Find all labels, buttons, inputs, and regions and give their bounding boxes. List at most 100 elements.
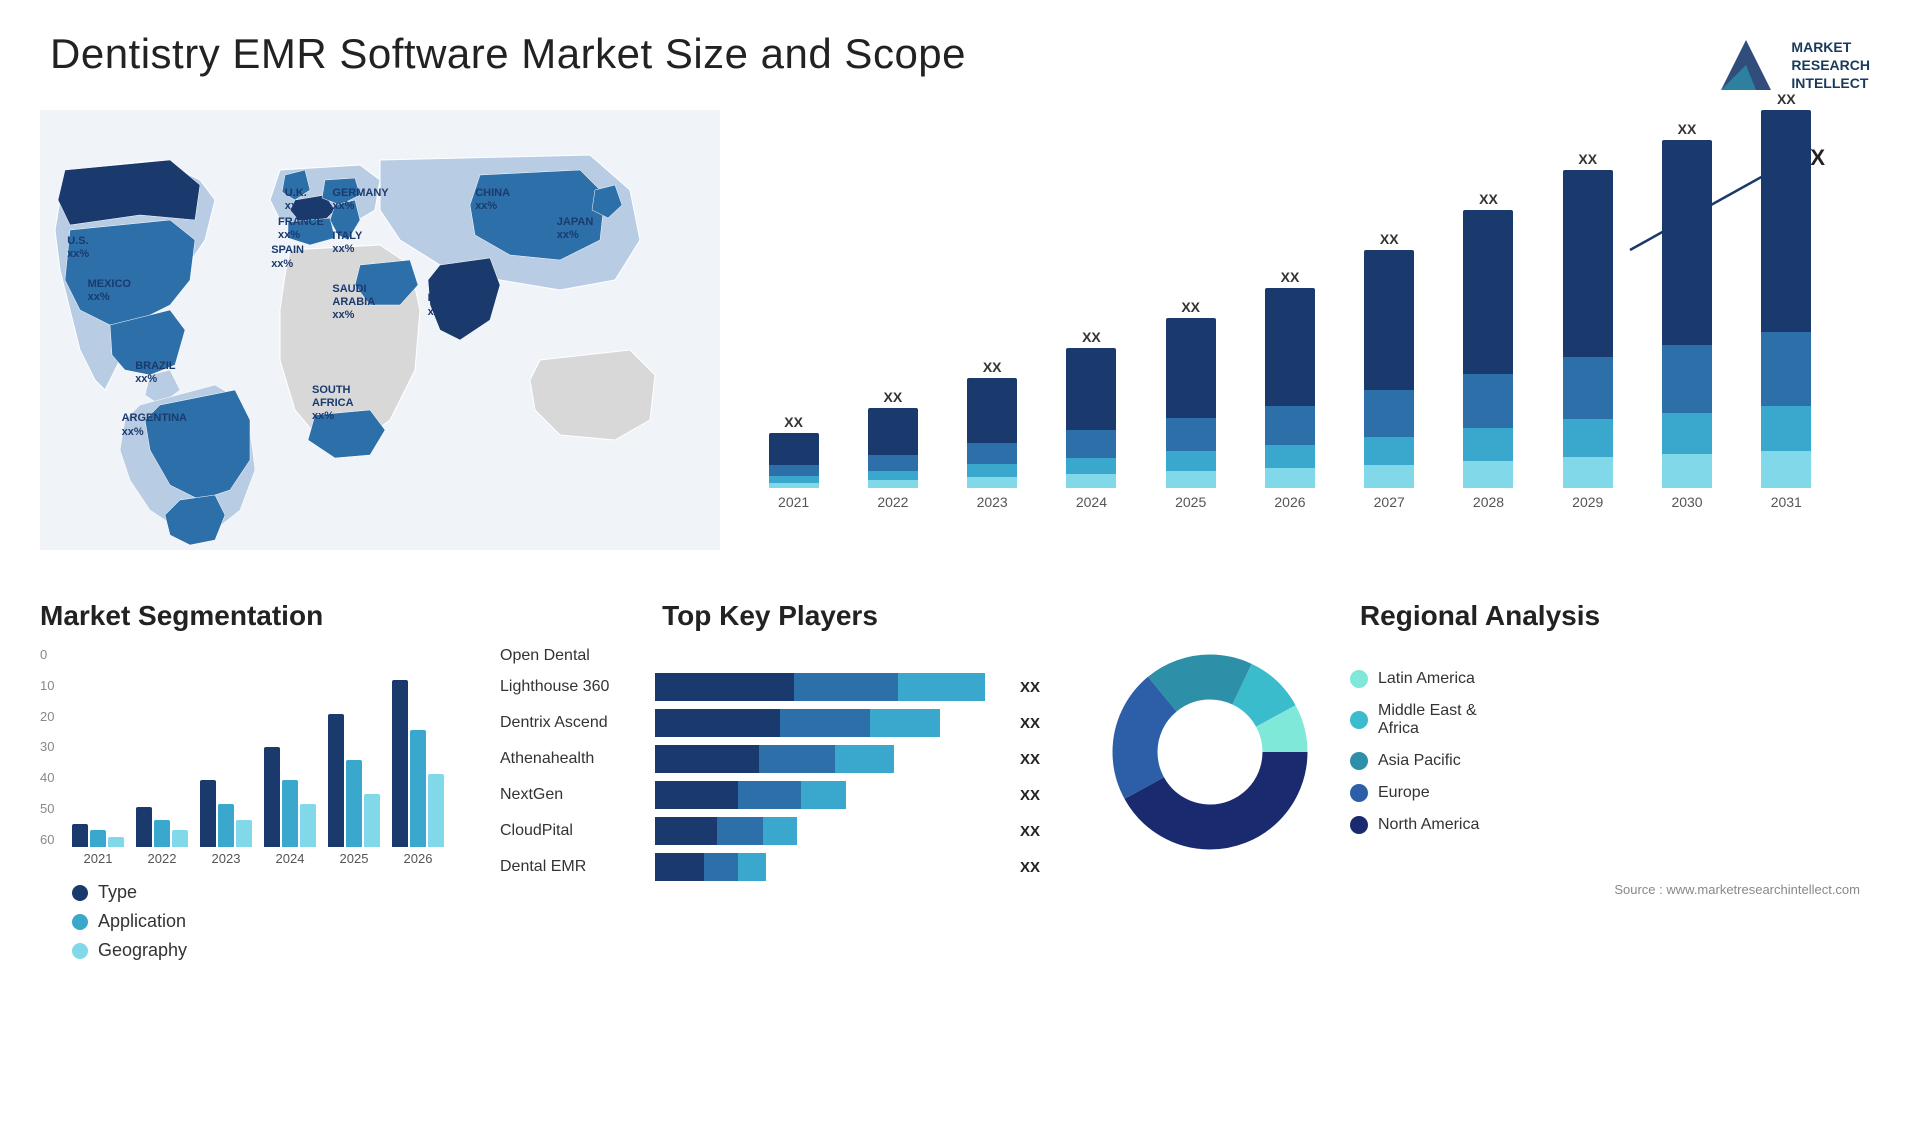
map-label-argentina: ARGENTINAxx% <box>122 412 187 438</box>
seg-year-2025 <box>328 714 380 847</box>
seg-label-2026: 2026 <box>392 851 444 866</box>
seg-year-2026 <box>392 680 444 847</box>
map-labels: CANADAxx% U.S.xx% MEXICOxx% BRAZILxx% AR… <box>40 110 720 590</box>
player-bar-cloudpital <box>655 817 1002 845</box>
seg-legend: Type Application Geography <box>72 882 460 961</box>
legend-dot-europe <box>1350 784 1368 802</box>
legend-dot-mea <box>1350 711 1368 729</box>
legend-europe: Europe <box>1350 784 1479 802</box>
legend-dot-northamerica <box>1350 816 1368 834</box>
y-axis: 60 50 40 30 20 10 0 <box>40 647 54 847</box>
map-label-france: FRANCExx% <box>278 216 324 242</box>
map-label-brazil: BRAZILxx% <box>135 360 175 386</box>
map-label-china: CHINAxx% <box>475 187 510 213</box>
player-bar-athena <box>655 745 1002 773</box>
regional-content: Latin America Middle East &Africa Asia P… <box>1100 642 1860 862</box>
segmentation-title: Market Segmentation <box>40 600 460 632</box>
player-row-opendental: Open Dental <box>500 647 1040 665</box>
bar-2025: XX 2025 <box>1147 299 1234 510</box>
map-label-southafrica: SOUTHAFRICAxx% <box>312 384 354 424</box>
player-bar-nextgen <box>655 781 1002 809</box>
player-bar-lighthouse <box>655 673 1002 701</box>
player-xx-dentalemr: XX <box>1020 859 1040 876</box>
player-name-athena: Athenahealth <box>500 750 645 768</box>
player-row-cloudpital: CloudPital XX <box>500 817 1040 845</box>
seg-year-2021 <box>72 824 124 847</box>
legend-dot-latin <box>1350 670 1368 688</box>
y-label-60: 60 <box>40 832 54 847</box>
map-label-india: INDIAxx% <box>428 292 458 318</box>
legend-application-dot <box>72 914 88 930</box>
legend-asia: Asia Pacific <box>1350 752 1479 770</box>
player-row-athena: Athenahealth XX <box>500 745 1040 773</box>
trend-arrow <box>1610 140 1830 260</box>
map-label-italy: ITALYxx% <box>332 230 362 256</box>
player-row-dentrix: Dentrix Ascend XX <box>500 709 1040 737</box>
player-name-dentrix: Dentrix Ascend <box>500 714 645 732</box>
player-xx-athena: XX <box>1020 751 1040 768</box>
regional-panel: Regional Analysis <box>1080 590 1880 971</box>
world-map: CANADAxx% U.S.xx% MEXICOxx% BRAZILxx% AR… <box>40 110 720 590</box>
map-label-canada: CANADAxx% <box>94 192 142 218</box>
bar-2024: XX 2024 <box>1048 329 1135 510</box>
legend-label-latin: Latin America <box>1378 670 1475 688</box>
player-row-nextgen: NextGen XX <box>500 781 1040 809</box>
map-label-japan: JAPANxx% <box>557 216 593 242</box>
bar-2021: XX 2021 <box>750 414 837 510</box>
y-label-40: 40 <box>40 770 54 785</box>
legend-latin-america: Latin America <box>1350 670 1479 688</box>
seg-label-2025: 2025 <box>328 851 380 866</box>
legend-geography: Geography <box>72 940 460 961</box>
regional-legend: Latin America Middle East &Africa Asia P… <box>1350 670 1479 834</box>
segmentation-panel: Market Segmentation 60 50 40 30 20 10 0 <box>40 590 460 971</box>
legend-mea: Middle East &Africa <box>1350 702 1479 738</box>
header: Dentistry EMR Software Market Size and S… <box>0 0 1920 110</box>
player-name-lighthouse: Lighthouse 360 <box>500 678 645 696</box>
logo-text: MARKET RESEARCH INTELLECT <box>1791 38 1870 93</box>
seg-year-2022 <box>136 807 188 847</box>
player-name-dentalemr: Dental EMR <box>500 858 645 876</box>
players-title: Top Key Players <box>500 600 1040 632</box>
bar-2022: XX 2022 <box>849 389 936 510</box>
y-label-50: 50 <box>40 801 54 816</box>
y-label-10: 10 <box>40 678 54 693</box>
players-panel: Top Key Players Open Dental Lighthouse 3… <box>480 590 1060 971</box>
map-label-mexico: MEXICOxx% <box>88 278 131 304</box>
source-text: Source : www.marketresearchintellect.com <box>1100 882 1860 897</box>
legend-dot-asia <box>1350 752 1368 770</box>
legend-type: Type <box>72 882 460 903</box>
legend-type-label: Type <box>98 882 137 903</box>
seg-label-2021: 2021 <box>72 851 124 866</box>
legend-geography-label: Geography <box>98 940 187 961</box>
donut-svg <box>1100 642 1320 862</box>
player-row-lighthouse: Lighthouse 360 XX <box>500 673 1040 701</box>
seg-year-2024 <box>264 747 316 847</box>
regional-title: Regional Analysis <box>1100 600 1860 632</box>
legend-application-label: Application <box>98 911 186 932</box>
map-label-saudi: SAUDIARABIAxx% <box>332 283 375 323</box>
y-label-30: 30 <box>40 739 54 754</box>
player-name-cloudpital: CloudPital <box>500 822 645 840</box>
seg-year-labels: 2021 2022 2023 2024 2025 2026 <box>40 851 460 866</box>
bottom-section: Market Segmentation 60 50 40 30 20 10 0 <box>0 590 1920 991</box>
legend-label-asia: Asia Pacific <box>1378 752 1461 770</box>
player-xx-lighthouse: XX <box>1020 679 1040 696</box>
y-label-20: 20 <box>40 709 54 724</box>
map-label-us: U.S.xx% <box>67 235 89 261</box>
bar-2023: XX 2023 <box>949 359 1036 510</box>
legend-label-northamerica: North America <box>1378 816 1479 834</box>
legend-geography-dot <box>72 943 88 959</box>
bar-chart: XX XX 2021 XX <box>720 110 1880 590</box>
bar-2028: XX 2028 <box>1445 191 1532 510</box>
player-xx-nextgen: XX <box>1020 787 1040 804</box>
player-name-opendental: Open Dental <box>500 647 645 665</box>
y-label-0: 0 <box>40 647 54 662</box>
legend-label-mea: Middle East &Africa <box>1378 702 1477 738</box>
player-xx-cloudpital: XX <box>1020 823 1040 840</box>
logo-icon <box>1711 30 1781 100</box>
player-bar-dentalemr <box>655 853 1002 881</box>
player-name-nextgen: NextGen <box>500 786 645 804</box>
map-label-spain: SPAINxx% <box>271 244 304 270</box>
legend-label-europe: Europe <box>1378 784 1430 802</box>
seg-bars <box>72 647 444 847</box>
